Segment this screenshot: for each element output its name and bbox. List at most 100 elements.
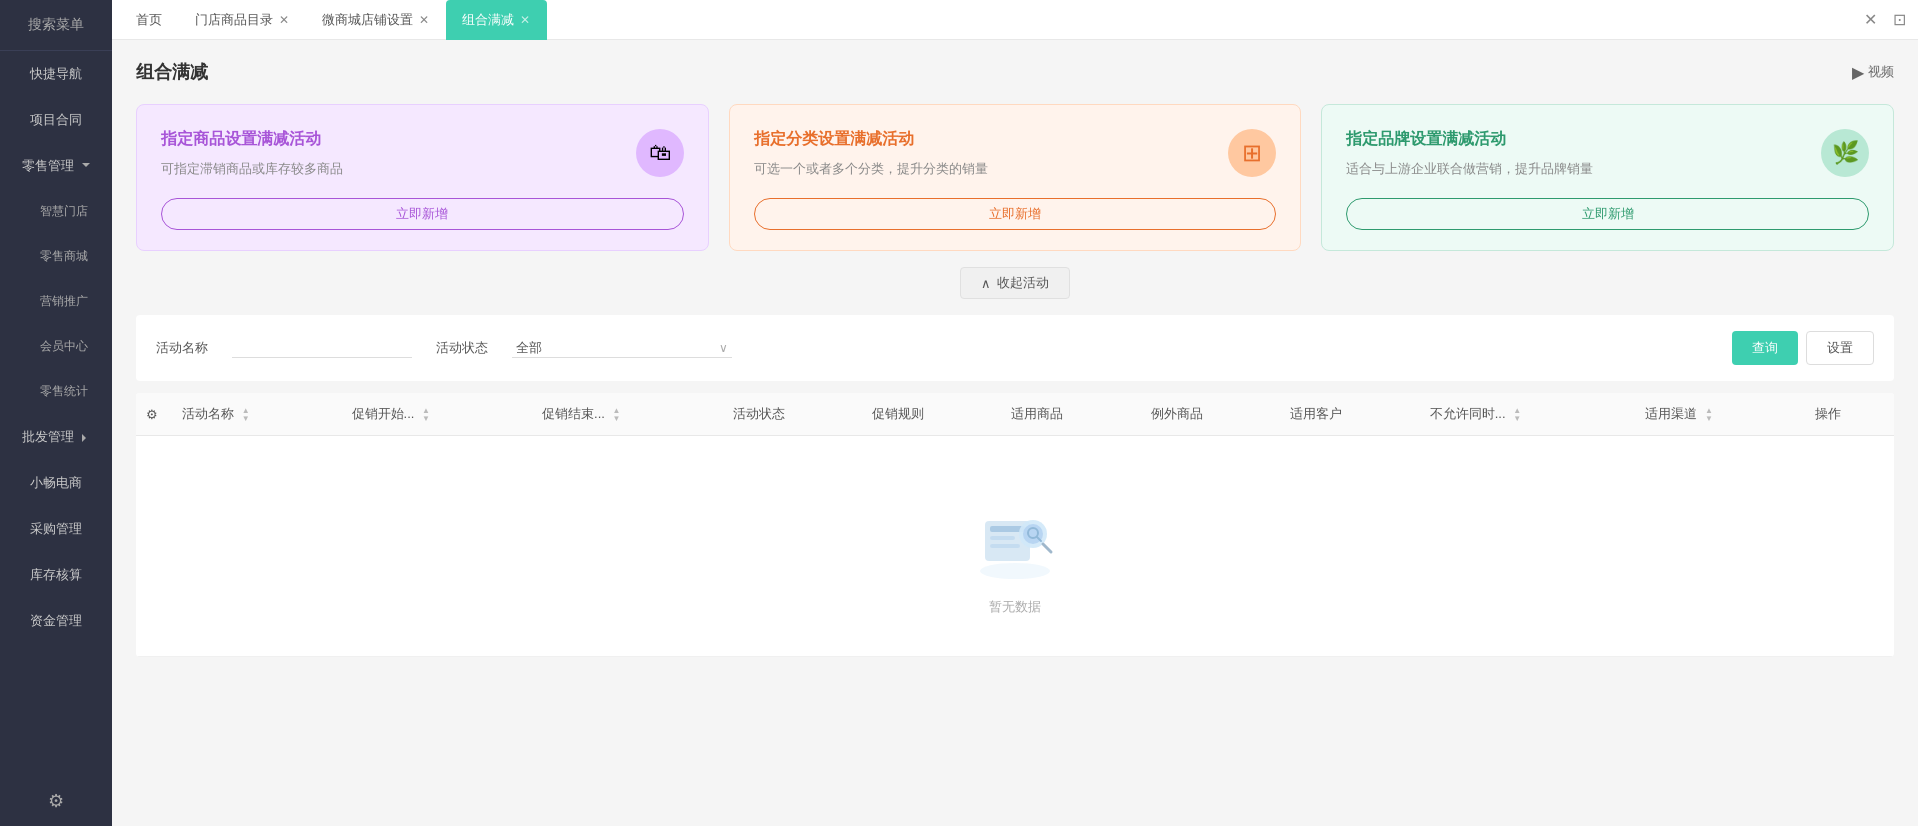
tab-store-catalog[interactable]: 门店商品目录 ✕ [179,0,306,40]
table-col-status: 活动状态 [723,393,862,436]
tab-wechat-store-close[interactable]: ✕ [419,0,429,40]
sidebar-item-purchase[interactable]: 采购管理 [0,506,112,552]
sort-icon-channel[interactable]: ▲▼ [1705,407,1713,423]
col-applicable-customers-label: 适用客户 [1290,406,1342,421]
col-except-goods-label: 例外商品 [1151,406,1203,421]
data-table: ⚙ 活动名称 ▲▼ 促销开始... ▲▼ 促销结束... ▲▼ [136,393,1894,657]
col-promo-end-label: 促销结束... [542,406,605,421]
sidebar-item-purchase-label: 采购管理 [30,521,82,536]
tab-combo-discount[interactable]: 组合满减 ✕ [446,0,547,40]
table-col-no-simultaneous: 不允许同时... ▲▼ [1420,393,1636,436]
sidebar-item-marketing-label: 营销推广 [40,294,88,308]
brand-card-add-button[interactable]: 立即新增 [1346,198,1869,230]
category-card-desc: 可选一个或者多个分类，提升分类的销量 [754,160,1277,178]
empty-state: 暂无数据 [136,436,1894,656]
sidebar-item-smart-store[interactable]: 智慧门店 [0,189,112,234]
status-filter-select[interactable]: 全部 进行中 已结束 未开始 [516,340,719,355]
cards-row: 指定商品设置满减活动 可指定滞销商品或库存较多商品 🛍 立即新增 指定分类设置满… [136,104,1894,251]
sidebar-item-retail-stats-label: 零售统计 [40,384,88,398]
sort-icon-name[interactable]: ▲▼ [242,407,250,423]
table-col-applicable-customers: 适用客户 [1280,393,1419,436]
chevron-up-icon: ∧ [981,276,991,291]
window-controls: ✕ ⊡ [1860,10,1910,29]
sidebar-item-smart-store-label: 智慧门店 [40,204,88,218]
table-col-applicable-goods: 适用商品 [1001,393,1140,436]
data-table-wrap: ⚙ 活动名称 ▲▼ 促销开始... ▲▼ 促销结束... ▲▼ [136,393,1894,657]
tab-home[interactable]: 首页 [120,0,179,40]
tab-wechat-store-label: 微商城店铺设置 [322,0,413,40]
product-card-title: 指定商品设置满减活动 [161,129,684,150]
main-area: 首页 门店商品目录 ✕ 微商城店铺设置 ✕ 组合满减 ✕ ✕ ⊡ 组合满减 ▶ … [112,0,1918,826]
tab-wechat-store[interactable]: 微商城店铺设置 ✕ [306,0,446,40]
col-rules-label: 促销规则 [872,406,924,421]
tab-bar: 首页 门店商品目录 ✕ 微商城店铺设置 ✕ 组合满减 ✕ ✕ ⊡ [112,0,1918,40]
sidebar-item-retail-stats[interactable]: 零售统计 [0,369,112,414]
sidebar-settings-button[interactable]: ⚙ [0,776,112,826]
sidebar-item-wholesale[interactable]: 批发管理 [0,414,112,460]
query-button[interactable]: 查询 [1732,331,1798,365]
filter-bar: 活动名称 活动状态 全部 进行中 已结束 未开始 ∨ 查询 设置 [136,315,1894,381]
page-header: 组合满减 ▶ 视频 [136,60,1894,84]
gear-icon: ⚙ [146,407,158,422]
sidebar-item-member-center-label: 会员中心 [40,339,88,353]
table-header: ⚙ 活动名称 ▲▼ 促销开始... ▲▼ 促销结束... ▲▼ [136,393,1894,436]
sidebar: 搜索菜单 快捷导航 项目合同 零售管理 智慧门店 零售商城 营销推广 会员中心 … [0,0,112,826]
page-title: 组合满减 [136,60,208,84]
sidebar-item-member-center[interactable]: 会员中心 [0,324,112,369]
filter-actions: 查询 设置 [1732,331,1874,365]
play-icon: ▶ [1852,63,1864,82]
sort-icon-start[interactable]: ▲▼ [422,407,430,423]
tab-combo-discount-label: 组合满减 [462,0,514,40]
shopping-bag-icon: 🛍 [649,140,671,166]
brand-card-icon: 🌿 [1821,129,1869,177]
brand-card: 指定品牌设置满减活动 适合与上游企业联合做营销，提升品牌销量 🌿 立即新增 [1321,104,1894,251]
grid-icon: ⊞ [1242,139,1262,167]
sidebar-item-retail-management[interactable]: 零售管理 [0,143,112,189]
sidebar-item-marketing[interactable]: 营销推广 [0,279,112,324]
sidebar-item-fund[interactable]: 资金管理 [0,598,112,644]
product-card-add-button[interactable]: 立即新增 [161,198,684,230]
tab-store-catalog-label: 门店商品目录 [195,0,273,40]
category-card-add-button[interactable]: 立即新增 [754,198,1277,230]
name-filter-label: 活动名称 [156,339,208,357]
sidebar-item-xiaochang[interactable]: 小畅电商 [0,460,112,506]
table-col-promo-start: 促销开始... ▲▼ [342,393,533,436]
table-col-settings[interactable]: ⚙ [136,393,172,436]
svg-point-0 [980,563,1050,579]
setting-button[interactable]: 设置 [1806,331,1874,365]
window-minimize-button[interactable]: ⊡ [1889,10,1910,29]
sidebar-item-fund-label: 资金管理 [30,613,82,628]
collapse-btn-label: 收起活动 [997,274,1049,292]
sidebar-item-quick-nav[interactable]: 快捷导航 [0,51,112,97]
col-promo-start-label: 促销开始... [352,406,415,421]
table-col-operation: 操作 [1805,393,1894,436]
table-col-channel: 适用渠道 ▲▼ [1635,393,1805,436]
sort-icon-simultaneous[interactable]: ▲▼ [1513,407,1521,423]
tab-combo-discount-close[interactable]: ✕ [520,0,530,40]
leaf-icon: 🌿 [1832,140,1859,166]
video-link[interactable]: ▶ 视频 [1852,63,1894,82]
product-card-desc: 可指定滞销商品或库存较多商品 [161,160,684,178]
window-close-button[interactable]: ✕ [1860,10,1881,29]
brand-card-title: 指定品牌设置满减活动 [1346,129,1869,150]
col-no-simultaneous-label: 不允许同时... [1430,406,1506,421]
collapse-activities-button[interactable]: ∧ 收起活动 [960,267,1070,299]
col-channel-label: 适用渠道 [1645,406,1697,421]
product-card-icon: 🛍 [636,129,684,177]
table-col-rules: 促销规则 [862,393,1001,436]
sidebar-item-inventory[interactable]: 库存核算 [0,552,112,598]
sidebar-item-retail-mall[interactable]: 零售商城 [0,234,112,279]
content-area: 组合满减 ▶ 视频 指定商品设置满减活动 可指定滞销商品或库存较多商品 🛍 立即… [112,40,1918,826]
name-filter-input[interactable] [232,338,412,358]
table-col-name: 活动名称 ▲▼ [172,393,342,436]
video-label: 视频 [1868,63,1894,81]
sidebar-item-project-contract[interactable]: 项目合同 [0,97,112,143]
sort-icon-end[interactable]: ▲▼ [613,407,621,423]
table-body: 暂无数据 [136,436,1894,657]
svg-rect-3 [990,536,1015,540]
col-name-label: 活动名称 [182,406,234,421]
sidebar-search[interactable]: 搜索菜单 [0,0,112,51]
tab-store-catalog-close[interactable]: ✕ [279,0,289,40]
sidebar-item-retail-mall-label: 零售商城 [40,249,88,263]
empty-text: 暂无数据 [989,598,1041,616]
